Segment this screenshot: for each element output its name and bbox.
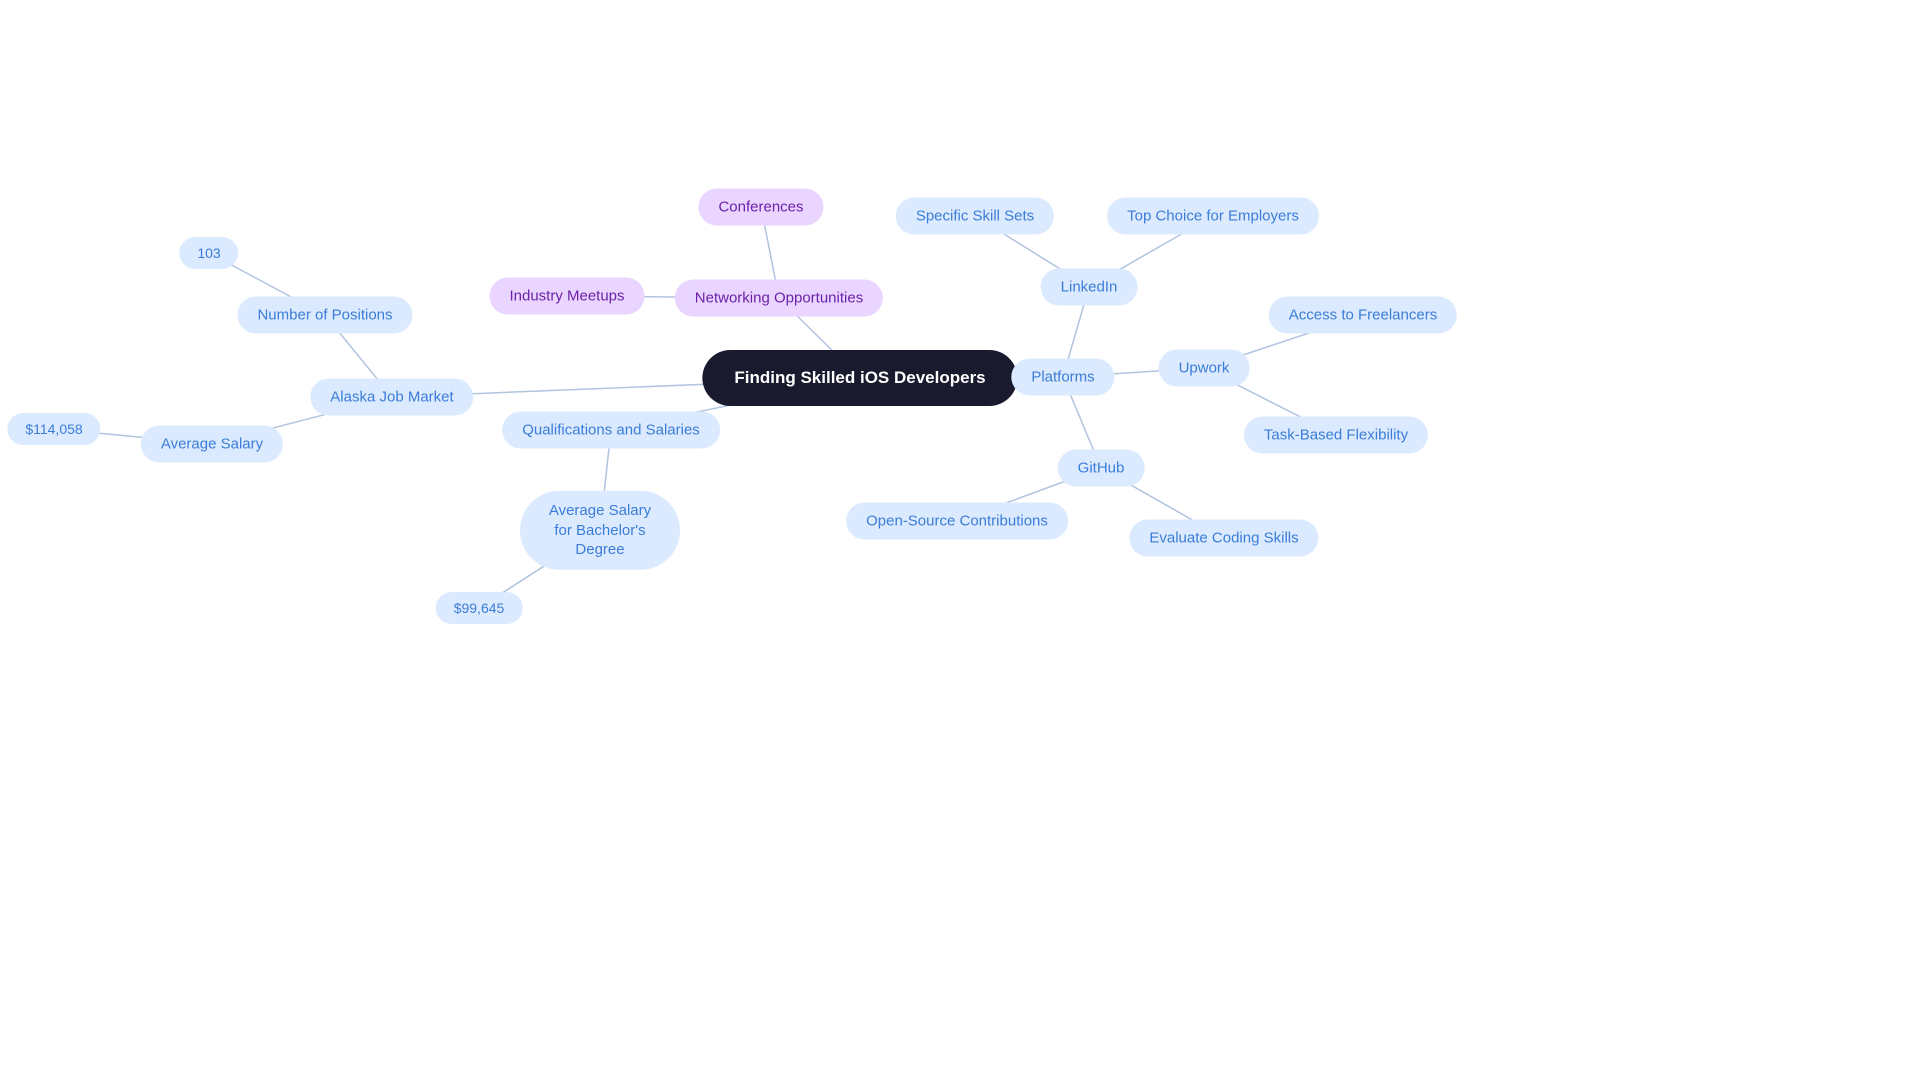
node-qualifications[interactable]: Qualifications and Salaries [502, 412, 720, 449]
node-avg-salary-bachelor[interactable]: Average Salary for Bachelor's Degree [520, 491, 680, 570]
node-linkedin[interactable]: LinkedIn [1041, 269, 1138, 306]
node-99645[interactable]: $99,645 [436, 592, 523, 624]
node-evaluate-coding[interactable]: Evaluate Coding Skills [1129, 520, 1318, 557]
node-networking[interactable]: Networking Opportunities [675, 280, 883, 317]
node-industry-meetups[interactable]: Industry Meetups [489, 278, 644, 315]
node-open-source[interactable]: Open-Source Contributions [846, 503, 1068, 540]
node-114058[interactable]: $114,058 [7, 413, 100, 445]
node-task-flexibility[interactable]: Task-Based Flexibility [1244, 417, 1428, 454]
node-conferences[interactable]: Conferences [698, 189, 823, 226]
node-number-of-positions[interactable]: Number of Positions [237, 297, 412, 334]
node-upwork[interactable]: Upwork [1159, 350, 1250, 387]
node-platforms[interactable]: Platforms [1011, 359, 1114, 396]
node-average-salary[interactable]: Average Salary [141, 426, 283, 463]
node-top-choice-employers[interactable]: Top Choice for Employers [1107, 198, 1319, 235]
node-github[interactable]: GitHub [1058, 450, 1145, 487]
node-alaska-job-market[interactable]: Alaska Job Market [310, 379, 473, 416]
node-access-freelancers[interactable]: Access to Freelancers [1269, 297, 1457, 334]
node-103[interactable]: 103 [179, 237, 238, 269]
node-specific-skill-sets[interactable]: Specific Skill Sets [896, 198, 1054, 235]
center-node[interactable]: Finding Skilled iOS Developers [702, 350, 1017, 406]
mindmap-canvas: Finding Skilled iOS Developers Networking… [0, 0, 1920, 1083]
